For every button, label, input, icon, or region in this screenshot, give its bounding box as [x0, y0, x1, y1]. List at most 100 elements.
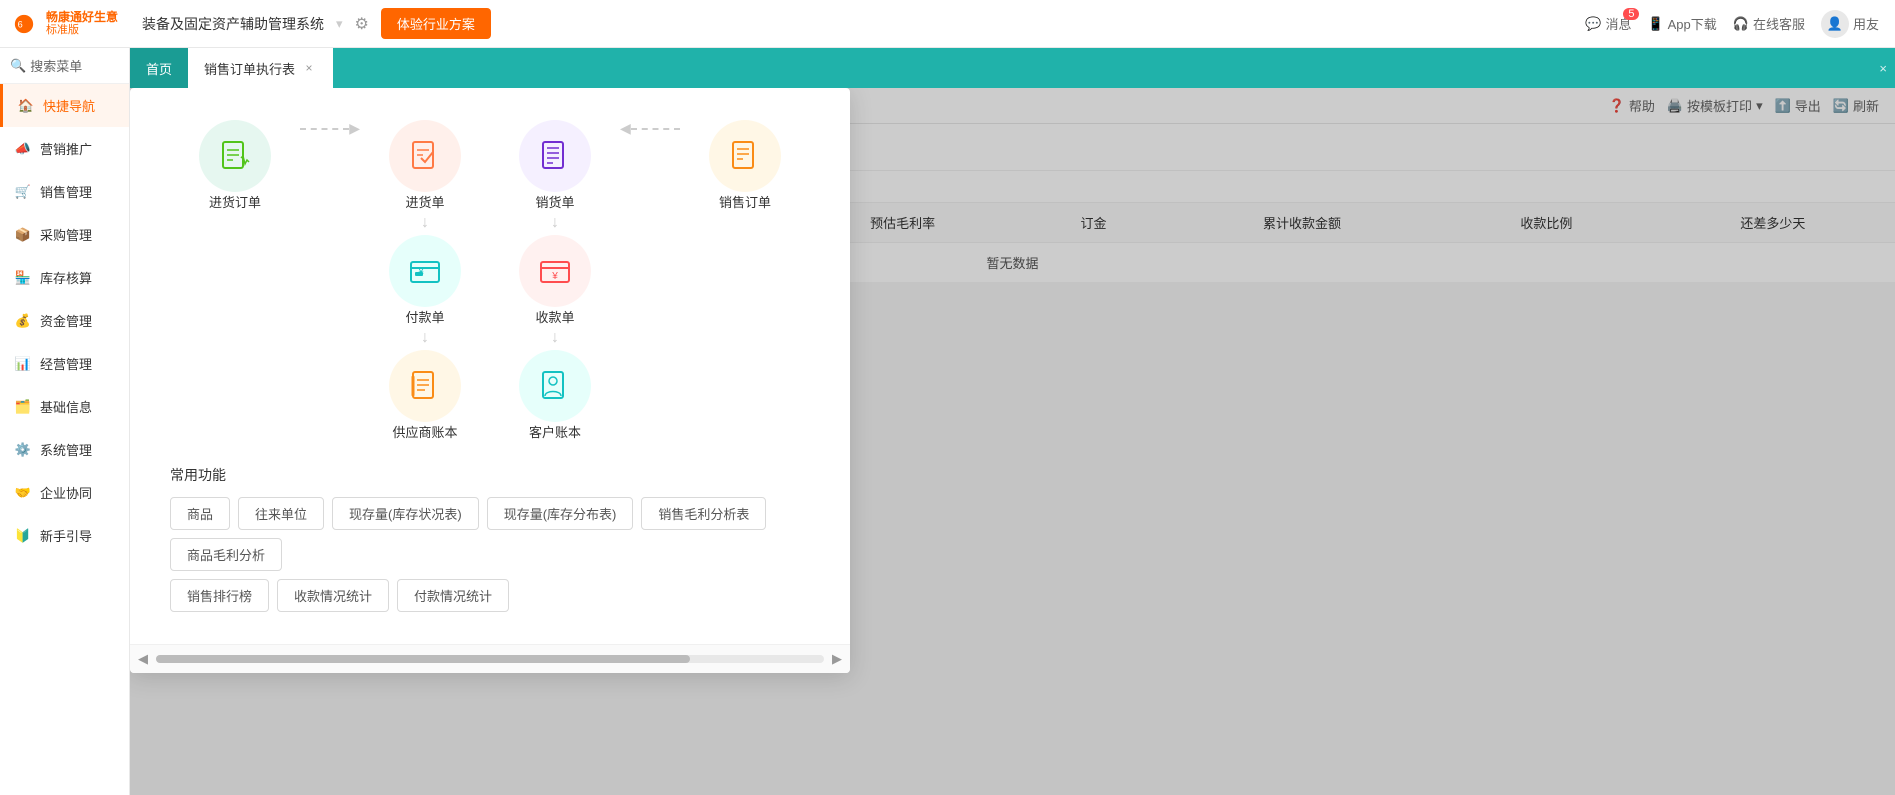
sidebar-item-newuser[interactable]: 🔰 新手引导	[0, 514, 129, 557]
btn-contacts[interactable]: 往来单位	[238, 497, 324, 530]
marketing-icon: 📣	[14, 140, 32, 158]
content-area: 首页 销售订单执行表 × × ❓ 帮助 🖨️	[130, 48, 1895, 795]
sales-bill-icon	[519, 120, 591, 192]
sidebar-nav: 🏠 快捷导航 📣 营销推广 🛒 销售管理 📦 采购管理 🏪 库存核	[0, 84, 129, 795]
sidebar-item-quicknav[interactable]: 🏠 快捷导航	[0, 84, 129, 127]
btn-payment-stat[interactable]: 付款情况统计	[397, 579, 509, 612]
btn-sales-margin[interactable]: 销售毛利分析表	[641, 497, 766, 530]
sidebar-item-inventory[interactable]: 🏪 库存核算	[0, 256, 129, 299]
sidebar-item-finance-label: 资金管理	[40, 311, 92, 330]
tab-sales-order[interactable]: 销售订单执行表 ×	[188, 48, 333, 88]
try-btn[interactable]: 体验行业方案	[381, 8, 491, 39]
supplier-ledger-icon	[389, 350, 461, 422]
sales-icon: 🛒	[14, 183, 32, 201]
purchase-bill-icon	[389, 120, 461, 192]
sidebar-item-basic[interactable]: 🗂️ 基础信息	[0, 385, 129, 428]
flow-col-purchase: 进货单 ↓	[360, 120, 490, 441]
arrow-purchase-to-bill: ▶	[300, 120, 360, 165]
sales-order-label: 销售订单	[719, 192, 771, 211]
system-title: 装备及固定资产辅助管理系统	[142, 14, 324, 34]
sidebar-item-marketing[interactable]: 📣 营销推广	[0, 127, 129, 170]
sidebar-item-operation[interactable]: 📊 经营管理	[0, 342, 129, 385]
settings-icon[interactable]: ⚙	[355, 14, 369, 34]
scroll-hint: ◀ ▶	[130, 644, 850, 673]
sidebar-item-sales[interactable]: 🛒 销售管理	[0, 170, 129, 213]
logo-sub: 标准版	[46, 24, 118, 37]
online-service-label: 在线客服	[1753, 14, 1805, 33]
scroll-right-btn[interactable]: ▶	[832, 651, 842, 667]
flow-col-sales: 销货单 ↓ ¥	[490, 120, 620, 441]
sidebar-item-basic-label: 基础信息	[40, 397, 92, 416]
sidebar-item-enterprise[interactable]: 🤝 企业协同	[0, 471, 129, 514]
flow-node-sales-bill[interactable]: 销货单	[519, 120, 591, 211]
modal-overlay[interactable]: 进货订单 ▶	[130, 88, 1895, 795]
tab-home-label: 首页	[146, 59, 172, 78]
customer-ledger-label: 客户账本	[529, 422, 581, 441]
tab-home[interactable]: 首页	[130, 48, 188, 88]
common-btns-row2: 销售排行榜 收款情况统计 付款情况统计	[170, 579, 810, 612]
search-menu[interactable]: 🔍 搜索菜单	[0, 48, 129, 84]
sidebar-item-finance[interactable]: 💰 资金管理	[0, 299, 129, 342]
flow-node-supplier-ledger[interactable]: 供应商账本	[389, 350, 461, 441]
sidebar-item-system[interactable]: ⚙️ 系统管理	[0, 428, 129, 471]
tab-bar-close[interactable]: ×	[1879, 61, 1887, 76]
newuser-icon: 🔰	[14, 527, 32, 545]
flow-node-customer-ledger[interactable]: 客户账本	[519, 350, 591, 441]
flow-node-receipt[interactable]: ¥ 收款单	[519, 235, 591, 326]
common-btns-row1: 商品 往来单位 现存量(库存状况表) 现存量(库存分布表) 销售毛利分析表 商品…	[170, 497, 810, 571]
sidebar-item-enterprise-label: 企业协同	[40, 483, 92, 502]
arrow-sales-order-to-bill: ◀	[620, 120, 680, 165]
arrow-down-3: ↓	[551, 215, 559, 231]
finance-icon: 💰	[14, 312, 32, 330]
logo-icon: 6	[8, 8, 40, 40]
btn-inventory-dist[interactable]: 现存量(库存分布表)	[487, 497, 634, 530]
topbar-actions: 💬 消息 5 📱 App下载 🎧 在线客服 👤 用友	[1585, 10, 1879, 38]
flow-node-payment[interactable]: ¥ 付款单	[389, 235, 461, 326]
btn-product[interactable]: 商品	[170, 497, 230, 530]
sidebar-item-sales-label: 销售管理	[40, 182, 92, 201]
sidebar-item-marketing-label: 营销推广	[40, 139, 92, 158]
receipt-icon: ¥	[519, 235, 591, 307]
scroll-left-btn[interactable]: ◀	[138, 651, 148, 667]
payment-icon: ¥	[389, 235, 461, 307]
arrow-down-1: ↓	[421, 215, 429, 231]
page-content: ❓ 帮助 🖨️ 按模板打印 ▾ ⬆️ 导出 🔄 刷新	[130, 88, 1895, 795]
svg-text:¥: ¥	[417, 267, 424, 278]
download-icon: 📱	[1647, 16, 1663, 32]
common-section: 常用功能 商品 往来单位 现存量(库存状况表) 现存量(库存分布表) 销售毛利分…	[130, 465, 850, 644]
btn-inventory-status[interactable]: 现存量(库存状况表)	[332, 497, 479, 530]
svg-text:6: 6	[18, 19, 23, 29]
user-action[interactable]: 👤 用友	[1821, 10, 1879, 38]
flow-node-purchase-bill[interactable]: 进货单	[389, 120, 461, 211]
service-icon: 🎧	[1733, 16, 1749, 32]
purchase-bill-label: 进货单	[405, 192, 444, 211]
flow-node-purchase-order[interactable]: 进货订单	[170, 120, 300, 211]
purchase-order-icon	[199, 120, 271, 192]
online-service-action[interactable]: 🎧 在线客服	[1733, 14, 1805, 33]
btn-product-margin[interactable]: 商品毛利分析	[170, 538, 282, 571]
scroll-track[interactable]	[156, 655, 824, 663]
flow-node-sales-order[interactable]: 销售订单	[680, 120, 810, 211]
tab-sales-order-label: 销售订单执行表	[204, 59, 295, 78]
home-icon: 🏠	[17, 97, 35, 115]
message-action[interactable]: 💬 消息 5	[1585, 14, 1631, 33]
sidebar-item-operation-label: 经营管理	[40, 354, 92, 373]
tab-bar: 首页 销售订单执行表 × ×	[130, 48, 1895, 88]
purchase-icon: 📦	[14, 226, 32, 244]
receipt-label: 收款单	[535, 307, 574, 326]
app-download-action[interactable]: 📱 App下载	[1647, 14, 1716, 33]
btn-sales-ranking[interactable]: 销售排行榜	[170, 579, 269, 612]
global-topbar: 6 畅康通好生意 标准版 装备及固定资产辅助管理系统 ▾ ⚙ 体验行业方案 💬 …	[0, 0, 1895, 48]
message-badge: 5	[1623, 8, 1639, 20]
sidebar-item-purchase[interactable]: 📦 采购管理	[0, 213, 129, 256]
sidebar-item-system-label: 系统管理	[40, 440, 92, 459]
sales-bill-label: 销货单	[535, 192, 574, 211]
enterprise-icon: 🤝	[14, 484, 32, 502]
message-icon: 💬	[1585, 16, 1601, 32]
search-label: 搜索菜单	[30, 56, 82, 75]
purchase-order-label: 进货订单	[209, 192, 261, 211]
tab-close-icon[interactable]: ×	[301, 60, 317, 76]
sidebar: 🔍 搜索菜单 🏠 快捷导航 📣 营销推广 🛒 销售管理 📦	[0, 48, 130, 795]
sales-order-icon	[709, 120, 781, 192]
btn-receipt-stat[interactable]: 收款情况统计	[277, 579, 389, 612]
